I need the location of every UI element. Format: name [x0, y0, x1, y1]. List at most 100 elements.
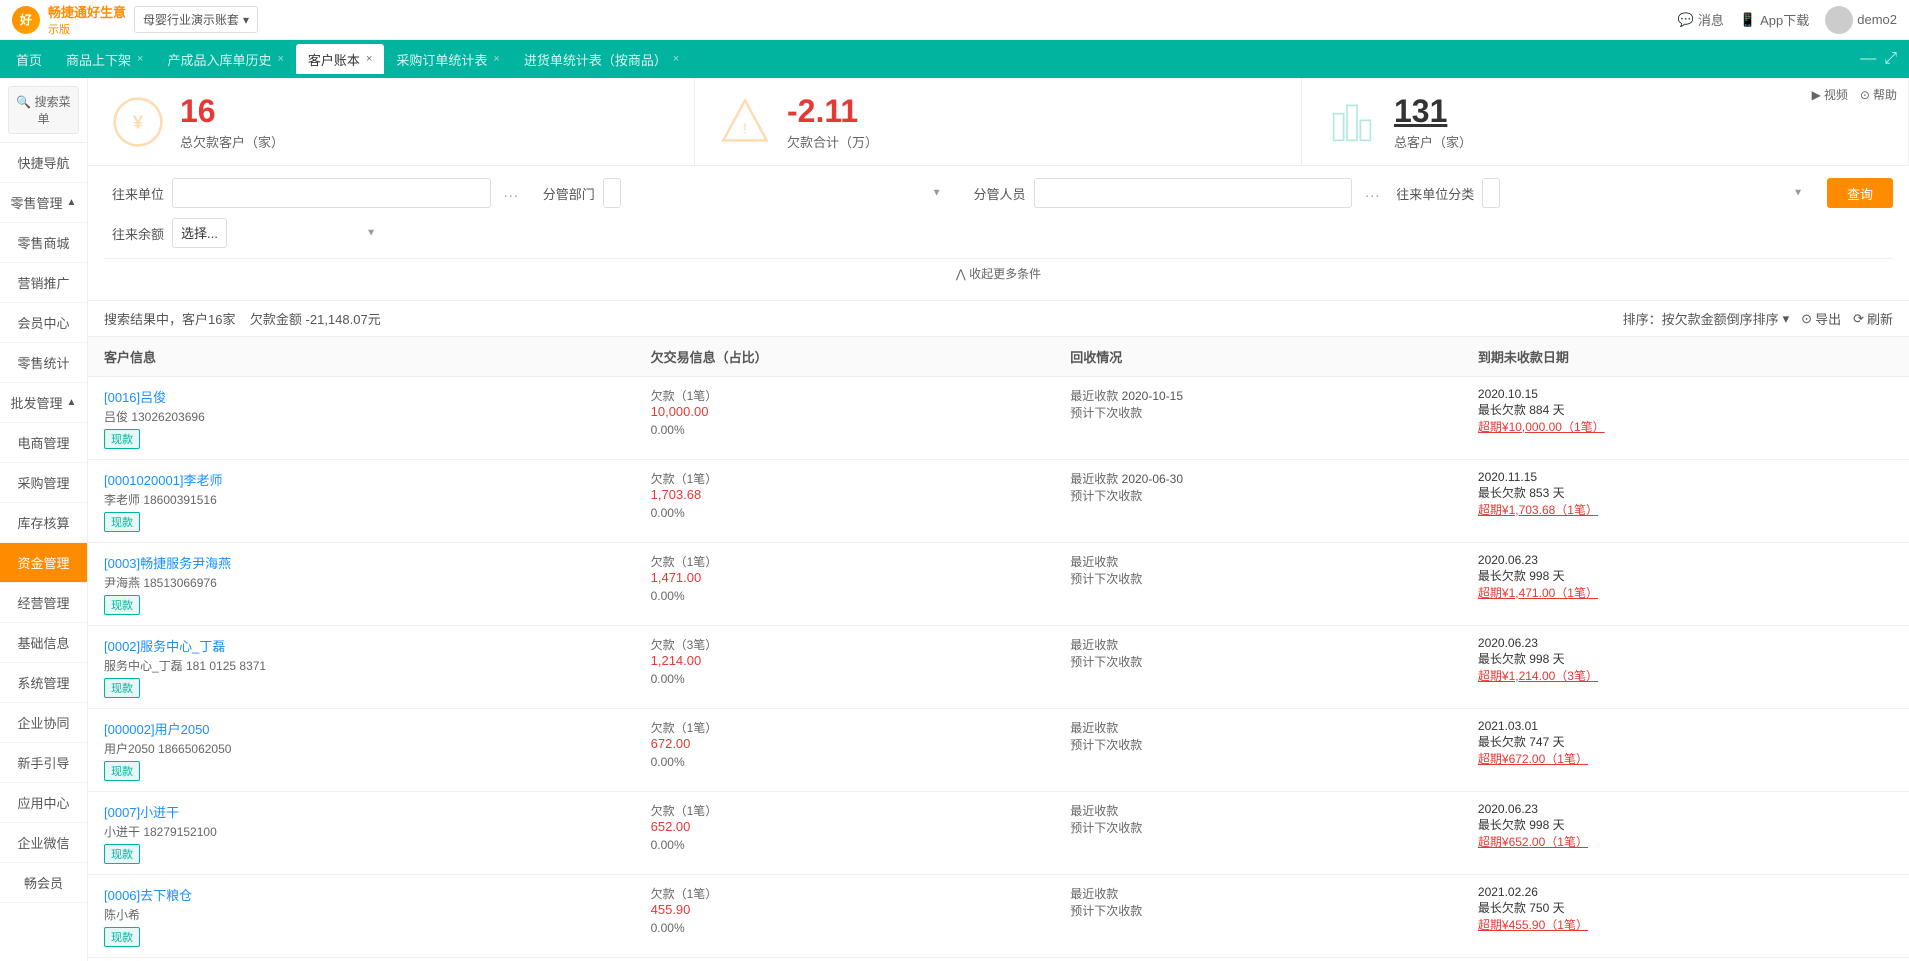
cell-customer-info: [0002]服务中心_丁磊 服务中心_丁磊 181 0125 8371 现款	[88, 626, 635, 709]
person-ellipsis[interactable]: …	[1364, 184, 1380, 202]
cell-owed-info: 欠款（1笔） 1,471.00 0.00%	[635, 543, 1055, 626]
total-customers-icon	[1322, 92, 1382, 152]
total-customers-number: 131	[1394, 93, 1472, 130]
sidebar-item-member[interactable]: 会员中心	[0, 303, 87, 343]
customer-tag: 现款	[104, 429, 140, 449]
sidebar-search: 🔍 搜索菜单	[0, 78, 87, 143]
overdue-days: 最长欠款 747 天	[1478, 733, 1893, 750]
svg-text:¥: ¥	[133, 111, 144, 132]
tab-purchase[interactable]: 采购订单统计表 ×	[384, 44, 511, 74]
dept-select[interactable]	[603, 178, 621, 208]
sidebar-item-marketing[interactable]: 营销推广	[0, 263, 87, 303]
app-download-btn[interactable]: 📱 App下载	[1740, 10, 1809, 29]
tab-minimize-btn[interactable]: —	[1860, 50, 1876, 68]
owed-amount-number: -2.11	[787, 93, 878, 130]
cell-collection: 最近收款 预计下次收款	[1054, 626, 1462, 709]
filter-group-person: 分管人员 …	[966, 178, 1381, 208]
customer-name-link[interactable]: [0002]服务中心_丁磊	[104, 639, 225, 654]
next-collect-label: 预计下次收款	[1070, 902, 1446, 919]
company-selector[interactable]: 母婴行业演示账套 ▾	[134, 6, 258, 33]
owed-pct: 0.00%	[651, 755, 1039, 769]
customer-name-link[interactable]: [0001020001]李老师	[104, 473, 223, 488]
message-btn[interactable]: 💬 消息	[1678, 10, 1724, 29]
table-area: 客户信息 欠交易信息（占比） 回收情况 到期未收款日期 [0016]吕俊 吕俊 …	[88, 337, 1909, 961]
tab-close-products[interactable]: ×	[137, 53, 143, 65]
user-avatar[interactable]: demo2	[1825, 6, 1897, 34]
tab-customer[interactable]: 客户账本 ×	[296, 44, 384, 74]
customer-name-link[interactable]: [0006]去下粮仓	[104, 888, 192, 903]
overdue-amount-link[interactable]: 超期¥1,471.00（1笔）	[1478, 586, 1598, 600]
collapse-btn[interactable]: ⋀ 收起更多条件	[104, 258, 1893, 288]
tab-products[interactable]: 商品上下架 ×	[54, 44, 155, 74]
view-btn[interactable]: ▶ 视频	[1812, 86, 1848, 103]
filter-area: 往来单位 … 分管部门 分管人员 … 往来单位分类	[88, 166, 1909, 301]
main-layout: 🔍 搜索菜单 快捷导航 零售管理 ▲ 零售商城 营销推广 会员中心 零售统计 批…	[0, 78, 1909, 961]
balance-select-wrapper: 选择...	[172, 218, 384, 248]
customer-name-link[interactable]: [000002]用户2050	[104, 722, 210, 737]
search-button[interactable]: 查询	[1827, 178, 1893, 208]
cell-customer-info: [0007]小迸干 小迸干 18279152100 现款	[88, 792, 635, 875]
sidebar-item-operations[interactable]: 经营管理	[0, 583, 87, 623]
overdue-amount-link[interactable]: 超期¥10,000.00（1笔）	[1478, 420, 1605, 434]
tab-close-production[interactable]: ×	[277, 53, 283, 65]
customer-name-link[interactable]: [0007]小迸干	[104, 805, 179, 820]
overdue-amount-link[interactable]: 超期¥1,703.68（1笔）	[1478, 503, 1598, 517]
sidebar-item-newbie[interactable]: 新手引导	[0, 743, 87, 783]
overdue-amount-link[interactable]: 超期¥1,214.00（3笔）	[1478, 669, 1598, 683]
source-unit-input[interactable]	[172, 178, 491, 208]
tab-maximize-btn[interactable]: ⤢	[1884, 50, 1897, 68]
tab-inbound[interactable]: 进货单统计表（按商品） ×	[512, 44, 691, 74]
export-btn[interactable]: ⊙ 导出	[1801, 309, 1841, 328]
sidebar-item-inventory[interactable]: 库存核算	[0, 503, 87, 543]
sidebar-item-retail-mall[interactable]: 零售商城	[0, 223, 87, 263]
tab-production[interactable]: 产成品入库单历史 ×	[155, 44, 295, 74]
cell-owed-info: 欠款（1笔） 652.00 0.00%	[635, 792, 1055, 875]
overdue-amount-link[interactable]: 超期¥652.00（1笔）	[1478, 835, 1588, 849]
cell-collection: 最近收款 预计下次收款	[1054, 709, 1462, 792]
customer-phone: 李老师 18600391516	[104, 491, 619, 508]
last-collect-label: 最近收款	[1070, 553, 1446, 570]
balance-select[interactable]: 选择...	[172, 218, 227, 248]
sidebar-item-retail-stats[interactable]: 零售统计	[0, 343, 87, 383]
search-menu-btn[interactable]: 🔍 搜索菜单	[8, 86, 79, 134]
total-customers-label: 总客户（家）	[1394, 132, 1472, 151]
next-collect-label: 预计下次收款	[1070, 736, 1446, 753]
filter-group-unit-class: 往来单位分类	[1396, 178, 1811, 208]
sidebar-item-vip[interactable]: 畅会员	[0, 863, 87, 903]
due-date: 2020.06.23	[1478, 802, 1893, 816]
sidebar-item-system[interactable]: 系统管理	[0, 663, 87, 703]
sidebar-item-quick-nav[interactable]: 快捷导航	[0, 143, 87, 183]
tab-close-inbound[interactable]: ×	[673, 53, 679, 65]
person-input[interactable]	[1034, 178, 1353, 208]
cell-owed-info: 欠款（1笔） 1,703.68 0.00%	[635, 460, 1055, 543]
customer-name-link[interactable]: [0016]吕俊	[104, 390, 166, 405]
overdue-amount-link[interactable]: 超期¥672.00（1笔）	[1478, 752, 1588, 766]
tab-home[interactable]: 首页	[4, 44, 54, 74]
sort-selector[interactable]: 排序：按欠款金额倒序排序 ▾	[1623, 309, 1790, 328]
source-unit-ellipsis[interactable]: …	[503, 184, 519, 202]
last-collect-label: 最近收款 2020-06-30	[1070, 470, 1446, 487]
sidebar-item-corp-wechat[interactable]: 企业微信	[0, 823, 87, 863]
overdue-amount-link[interactable]: 超期¥455.90（1笔）	[1478, 918, 1588, 932]
sidebar-item-purchase-mgmt[interactable]: 采购管理	[0, 463, 87, 503]
unit-class-select[interactable]	[1482, 178, 1500, 208]
sidebar-item-basic-info[interactable]: 基础信息	[0, 623, 87, 663]
sidebar-item-ecommerce[interactable]: 电商管理	[0, 423, 87, 463]
customer-tag: 现款	[104, 927, 140, 947]
tab-close-purchase[interactable]: ×	[493, 53, 499, 65]
sidebar-item-retail-mgmt[interactable]: 零售管理 ▲	[0, 183, 87, 223]
sidebar-item-batch-mgmt[interactable]: 批发管理 ▲	[0, 383, 87, 423]
help-btn[interactable]: ⊙ 帮助	[1860, 86, 1897, 103]
customer-name-link[interactable]: [0003]畅捷服务尹海燕	[104, 556, 231, 571]
cell-due-date: 2020.12.30 最长欠款 808 天 超期¥429.00（1笔）	[1462, 958, 1909, 961]
customer-phone: 用户2050 18665062050	[104, 740, 619, 757]
refresh-btn[interactable]: ⟳ 刷新	[1853, 309, 1893, 328]
sidebar-item-finance[interactable]: 资金管理	[0, 543, 87, 583]
owed-desc: 欠款（1笔）	[651, 553, 1039, 570]
sidebar-item-enterprise[interactable]: 企业协同	[0, 703, 87, 743]
sidebar-item-app-center[interactable]: 应用中心	[0, 783, 87, 823]
last-collect-label: 最近收款	[1070, 885, 1446, 902]
owed-desc: 欠款（1笔）	[651, 470, 1039, 487]
tab-close-customer[interactable]: ×	[366, 53, 372, 65]
result-bar: 搜索结果中，客户16家 欠款金额 -21,148.07元 排序：按欠款金额倒序排…	[88, 301, 1909, 337]
